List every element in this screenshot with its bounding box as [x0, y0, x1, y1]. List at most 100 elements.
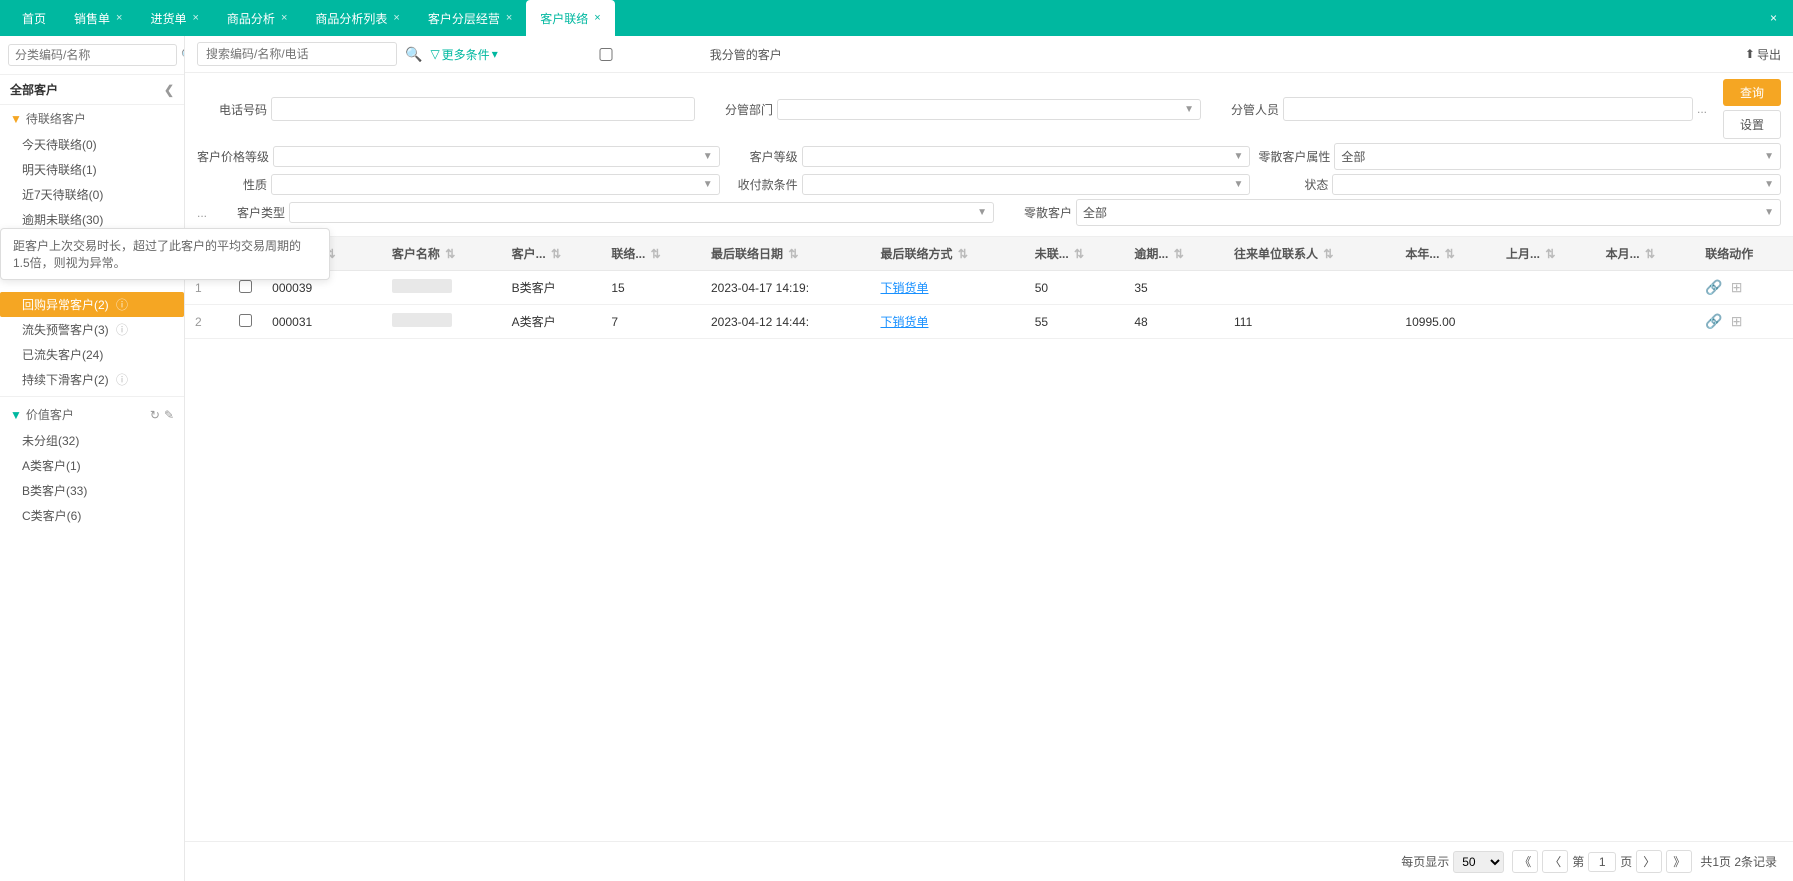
nav-sales[interactable]: 销售单 × — [60, 0, 136, 36]
row2-checkbox[interactable] — [229, 305, 262, 339]
sort-this-month-icon[interactable]: ⇅ — [1645, 247, 1655, 261]
prev-page-button[interactable]: 〈 — [1542, 850, 1568, 873]
row1-name — [382, 271, 502, 305]
sort-name-icon[interactable]: ⇅ — [445, 247, 455, 261]
row1-link-icon[interactable]: 🔗 — [1705, 279, 1722, 296]
close-customer-segmentation-tab[interactable]: × — [506, 12, 512, 24]
retail-attr-select[interactable]: 全部 ▼ — [1334, 143, 1781, 170]
filter-status: 状态 ▼ — [1258, 174, 1781, 195]
row1-this-month — [1596, 271, 1696, 305]
customer-level-select[interactable]: ▼ — [802, 146, 1251, 167]
filter-dots: ... — [197, 206, 207, 220]
sidebar-class-b[interactable]: B类客户(33) — [0, 478, 184, 503]
sidebar-today-pending[interactable]: 今天待联络(0) — [0, 132, 184, 157]
more-filter-dots[interactable]: ... — [197, 206, 207, 220]
export-button[interactable]: ⬆ 导出 — [1745, 46, 1781, 63]
sidebar-class-a[interactable]: A类客户(1) — [0, 453, 184, 478]
more-conditions-button[interactable]: ▽ 更多条件 ▾ — [430, 46, 497, 63]
price-level-select[interactable]: ▼ — [273, 146, 720, 167]
branch-dept-select[interactable]: ▼ — [777, 99, 1201, 120]
gender-select[interactable]: ▼ — [271, 174, 720, 195]
nav-product-analysis-list[interactable]: 商品分析列表 × — [301, 0, 413, 36]
payment-select[interactable]: ▼ — [802, 174, 1251, 195]
sidebar-collapse-icon[interactable]: ❮ — [164, 83, 174, 97]
branch-person-dots[interactable]: ... — [1697, 102, 1707, 116]
nav-product-analysis[interactable]: 商品分析 × — [213, 0, 301, 36]
row1-contact-person — [1224, 271, 1395, 305]
row2-link-icon[interactable]: 🔗 — [1705, 313, 1722, 330]
close-product-analysis-tab[interactable]: × — [281, 12, 287, 24]
row2-this-month — [1596, 305, 1696, 339]
row1-unlocked: 50 — [1025, 271, 1125, 305]
current-page-input[interactable]: 1 — [1588, 852, 1616, 872]
sort-date-icon[interactable]: ⇅ — [788, 247, 798, 261]
sidebar-ungroups[interactable]: 未分组(32) — [0, 428, 184, 453]
row2-check[interactable] — [239, 314, 252, 327]
tooltip-box: 距客户上次交易时长，超过了此客户的平均交易周期的1.5倍，则视为异常。 — [0, 228, 185, 280]
settings-button[interactable]: 设置 — [1723, 110, 1781, 139]
sidebar-holding-down[interactable]: 持续下滑客户(2) ⓘ — [0, 367, 184, 392]
branch-person-input[interactable] — [1283, 97, 1693, 121]
lost-warning-info-icon[interactable]: ⓘ — [116, 323, 128, 337]
sort-overdue-icon[interactable]: ⇅ — [1174, 247, 1184, 261]
row2-grid-icon[interactable]: ⊞ — [1731, 313, 1743, 330]
value-customers-edit-icon[interactable]: ✎ — [164, 408, 174, 422]
phone-input[interactable] — [271, 97, 695, 121]
sort-level-icon[interactable]: ⇅ — [551, 247, 561, 261]
nav-home[interactable]: 首页 — [8, 0, 60, 36]
sidebar-7days-pending[interactable]: 近7天待联络(0) — [0, 182, 184, 207]
sidebar-value-customers-title[interactable]: ▼ 价值客户 ↻ ✎ — [0, 401, 184, 428]
holding-down-info-icon[interactable]: ⓘ — [116, 373, 128, 387]
sidebar-all-customers[interactable]: 全部客户 ❮ — [0, 75, 184, 105]
sidebar-repurchase-abnormal[interactable]: 回购异常客户(2) ⓘ — [0, 292, 184, 317]
sidebar-lost-warning[interactable]: 流失预警客户(3) ⓘ — [0, 317, 184, 342]
close-customer-contact-tab[interactable]: × — [594, 12, 600, 24]
sort-last-month-icon[interactable]: ⇅ — [1545, 247, 1555, 261]
sidebar: 🔍 全部客户 ❮ ▼ 待联络客户 今天待联络(0) 明天待联络(1) 近7天待联… — [0, 36, 185, 881]
close-all-tabs[interactable]: × — [1770, 9, 1777, 27]
filter-row-4: ... 客户类型 ▼ 零散客户 全部 ▼ — [197, 199, 1781, 226]
sidebar-tomorrow-pending[interactable]: 明天待联络(1) — [0, 157, 184, 182]
sidebar-class-c[interactable]: C类客户(6) — [0, 503, 184, 528]
row2-overdue: 48 — [1124, 305, 1224, 339]
nav-purchase[interactable]: 进货单 × — [136, 0, 212, 36]
row1-check[interactable] — [239, 280, 252, 293]
retail-attr-chevron: ▼ — [1764, 151, 1774, 162]
filter-row-1: 电话号码 分管部门 ▼ 分管人员 ... 查询 设置 — [197, 79, 1781, 139]
sidebar-divider — [0, 396, 184, 397]
sidebar-pending-section[interactable]: ▼ 待联络客户 — [0, 105, 184, 132]
row1-grid-icon[interactable]: ⊞ — [1731, 279, 1743, 296]
first-page-button[interactable]: 《 — [1512, 850, 1538, 873]
search-button[interactable]: 🔍 — [405, 46, 422, 63]
status-select[interactable]: ▼ — [1332, 174, 1781, 195]
nav-customer-segmentation[interactable]: 客户分层经营 × — [414, 0, 526, 36]
row1-last-method[interactable]: 下销货单 — [870, 271, 1024, 305]
query-button[interactable]: 查询 — [1723, 79, 1781, 106]
customer-type-select[interactable]: ▼ — [289, 202, 994, 223]
sort-method-icon[interactable]: ⇅ — [958, 247, 968, 261]
nav-customer-contact[interactable]: 客户联络 × — [526, 0, 614, 36]
close-purchase-tab[interactable]: × — [192, 12, 198, 24]
retail-customer-select[interactable]: 全部 ▼ — [1076, 199, 1781, 226]
row2-last-method[interactable]: 下销货单 — [870, 305, 1024, 339]
category-search-input[interactable] — [8, 44, 177, 66]
info-icon[interactable]: ⓘ — [116, 298, 128, 312]
sidebar-already-lost[interactable]: 已流失客户(24) — [0, 342, 184, 367]
close-product-analysis-list-tab[interactable]: × — [393, 12, 399, 24]
my-customers-check[interactable] — [506, 48, 706, 61]
sort-annual-icon[interactable]: ⇅ — [1445, 247, 1455, 261]
price-level-chevron: ▼ — [703, 151, 713, 162]
sort-contact-icon[interactable]: ⇅ — [651, 247, 661, 261]
sort-contact-person-icon[interactable]: ⇅ — [1323, 247, 1333, 261]
close-sales-tab[interactable]: × — [116, 12, 122, 24]
last-page-button[interactable]: 》 — [1666, 850, 1692, 873]
value-customers-refresh-icon[interactable]: ↻ — [150, 408, 160, 422]
my-customers-checkbox[interactable]: 我分管的客户 — [506, 46, 782, 63]
sort-unlocked-icon[interactable]: ⇅ — [1074, 247, 1084, 261]
per-page-select[interactable]: 50 20 100 — [1453, 851, 1504, 873]
search-input[interactable] — [197, 42, 397, 66]
next-page-button[interactable]: 〉 — [1636, 850, 1662, 873]
per-page-control: 每页显示 50 20 100 — [1401, 851, 1504, 873]
row1-annual — [1395, 271, 1496, 305]
filter-row-3: 性质 ▼ 收付款条件 ▼ 状态 — [197, 174, 1781, 195]
